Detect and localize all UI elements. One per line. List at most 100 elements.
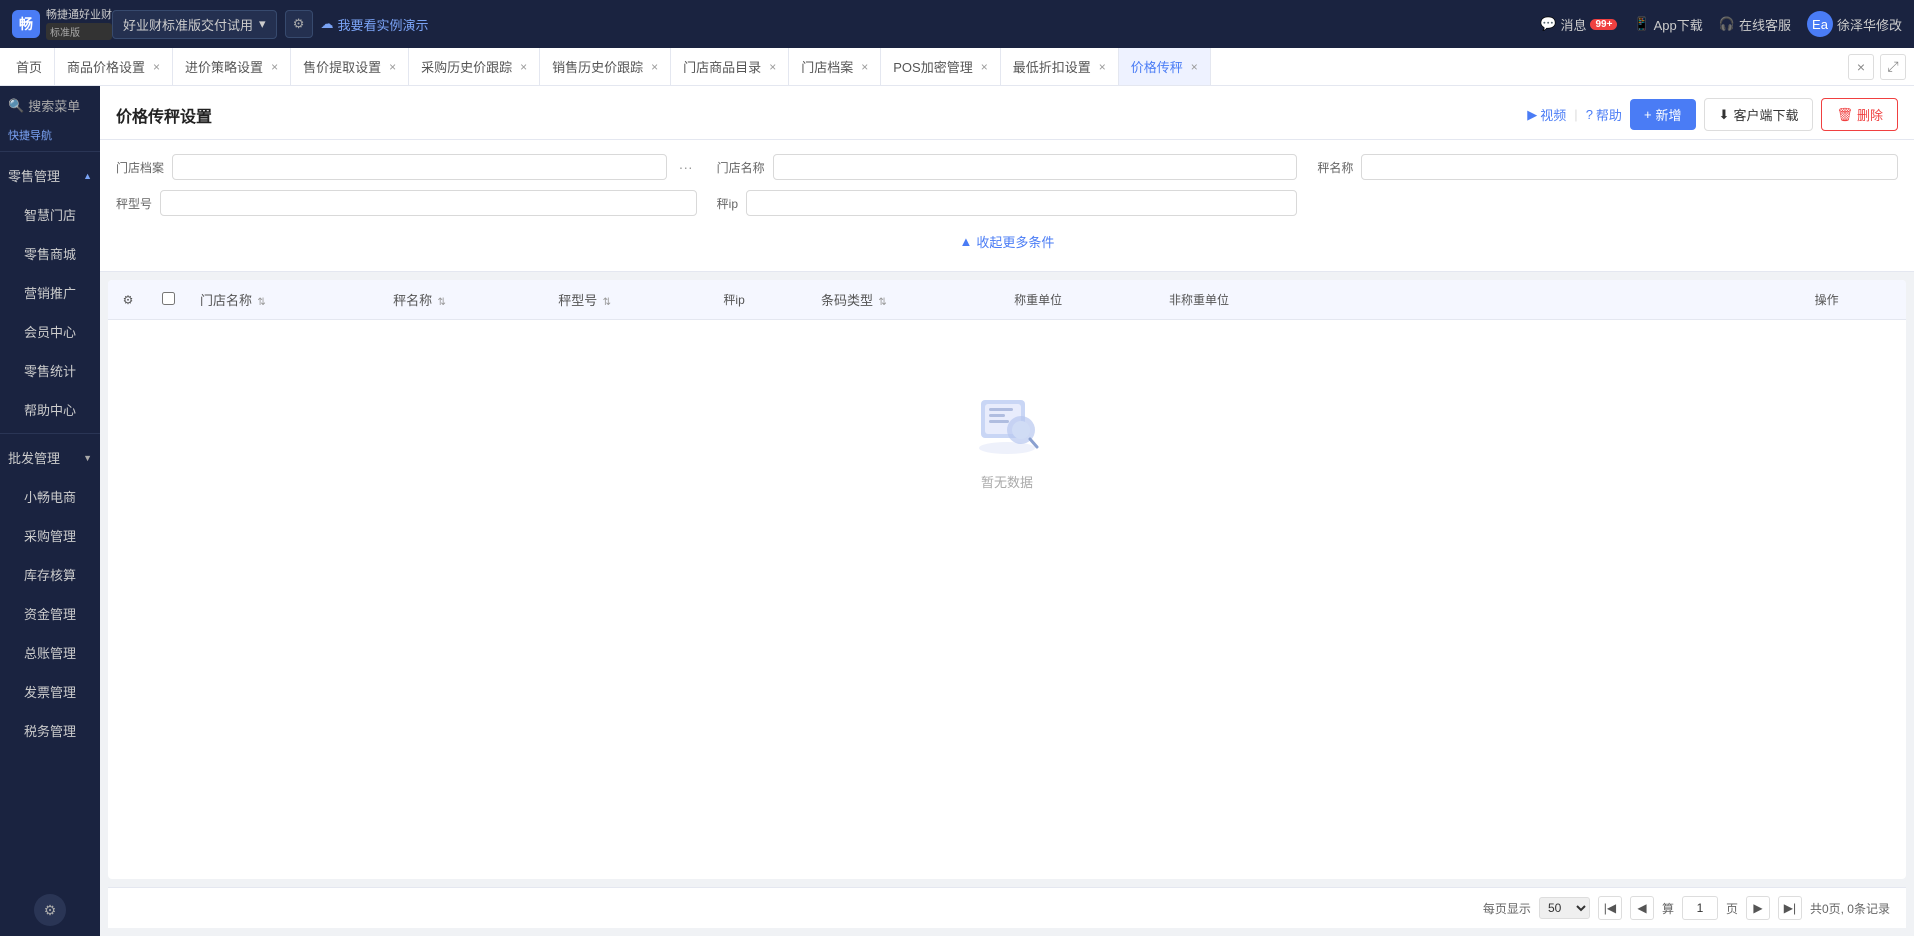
tab-store-catalog[interactable]: 门店商品目录 × [671,48,789,86]
sidebar-settings-button[interactable]: ⚙ [34,894,66,926]
select-all-checkbox[interactable] [162,292,175,305]
filter-collapse-button[interactable]: ▲ 收起更多条件 [116,226,1898,257]
add-icon: + [1644,107,1652,122]
tab-purchase-strategy-close[interactable]: × [271,60,278,74]
tab-store-catalog-close[interactable]: × [769,60,776,74]
tab-home[interactable]: 首页 [4,48,55,86]
sidebar-item-xiao-chang[interactable]: 小畅电商 [0,477,100,516]
tab-bar: 首页 商品价格设置 × 进价策略设置 × 售价提取设置 × 采购历史价跟踪 × … [0,48,1914,86]
sidebar-search-label: 搜索菜单 [28,96,80,115]
tab-pos-management[interactable]: POS加密管理 × [881,48,1000,86]
sidebar-item-wholesale-management[interactable]: 批发管理 [0,438,100,477]
search-icon: 🔍 [8,98,24,114]
empty-text: 暂无数据 [981,472,1033,491]
delete-button[interactable]: 🗑 删除 [1821,98,1898,131]
download-client-button[interactable]: ⬇ 客户端下载 [1704,98,1814,131]
messages-button[interactable]: 💬 消息 99+ [1540,15,1617,34]
tab-purchase-history-close[interactable]: × [520,60,527,74]
pagination-last-button[interactable]: ▶| [1778,896,1802,920]
per-page-select[interactable]: 50 10 20 100 [1539,897,1590,919]
video-button[interactable]: ▶ 视频 [1527,105,1566,124]
user-initials: Ea [1812,17,1828,32]
tab-maximize-button[interactable]: ⤢ [1880,54,1906,80]
filter-store-file-input[interactable] [172,154,667,180]
filter-store-name-input[interactable] [773,154,1298,180]
edition-selector[interactable]: 好业财标准版交付试用 ▾ [112,10,277,39]
top-header: 畅 畅捷通好业财 标准版 好业财标准版交付试用 ▾ ⚙ ☁ 我要看实例演示 💬 … [0,0,1914,48]
per-page-label: 每页显示 [1483,900,1531,917]
pagination-page-unit: 页 [1726,900,1738,917]
pagination-first-button[interactable]: |◀ [1598,896,1622,920]
tab-price-scale-close[interactable]: × [1191,60,1198,74]
tab-product-price[interactable]: 商品价格设置 × [55,48,173,86]
tab-store-archive[interactable]: 门店档案 × [789,48,881,86]
sidebar-item-help-center[interactable]: 帮助中心 [0,390,100,429]
sort-scale-name-icon[interactable]: ⇅ [437,297,445,308]
tab-purchase-history[interactable]: 采购历史价跟踪 × [409,48,540,86]
sidebar-item-tax[interactable]: 税务管理 [0,711,100,750]
sidebar-bottom: ⚙ [0,884,100,936]
app-download-button[interactable]: 📱 App下载 [1633,15,1702,34]
sidebar-item-general-ledger[interactable]: 总账管理 [0,633,100,672]
tab-pos-management-close[interactable]: × [981,60,988,74]
sidebar-item-wholesale-management-label: 批发管理 [8,448,60,467]
online-service-button[interactable]: 🎧 在线客服 [1719,15,1791,34]
pagination-next-button[interactable]: ▶ [1746,896,1770,920]
sidebar-item-retail-management[interactable]: 零售管理 [0,156,100,195]
sidebar-item-finance[interactable]: 资金管理 [0,594,100,633]
sidebar-item-member-center[interactable]: 会员中心 [0,312,100,351]
th-settings[interactable]: ⚙ [108,280,148,320]
tab-sale-price-close[interactable]: × [389,60,396,74]
sidebar-divider-2 [0,433,100,434]
sidebar-item-smart-store[interactable]: 智慧门店 [0,195,100,234]
filter-scale-ip-input[interactable] [746,190,1297,216]
tab-product-price-close[interactable]: × [153,60,160,74]
sidebar-item-retail-mall[interactable]: 零售商城 [0,234,100,273]
th-store-name: 门店名称 ⇅ [188,280,381,320]
tab-price-scale[interactable]: 价格传秤 × [1119,48,1211,86]
tab-sales-history-close[interactable]: × [651,60,658,74]
demo-button[interactable]: ☁ 我要看实例演示 [321,15,429,34]
edition-settings-button[interactable]: ⚙ [285,10,313,38]
pagination-page-input[interactable] [1682,896,1718,920]
edition-label: 好业财标准版交付试用 [123,15,253,34]
tab-home-label: 首页 [16,57,42,76]
th-scale-ip: 秤ip [711,280,809,320]
filter-scale-name-label: 秤名称 [1317,159,1353,176]
tab-close-all-button[interactable]: × [1848,54,1874,80]
filter-row-1: 门店档案 ··· 门店名称 秤名称 [116,154,1898,180]
main-layout: 🔍 搜索菜单 快捷导航 零售管理 智慧门店 零售商城 营销推广 会员中心 零售统… [0,86,1914,936]
empty-area: 暂无数据 [108,320,1906,551]
filter-scale-ip-label: 秤ip [717,195,738,212]
filter-scale-ip: 秤ip [717,190,1298,216]
tab-min-discount[interactable]: 最低折扣设置 × [1001,48,1119,86]
chevron-down-icon: ▾ [259,16,266,32]
tab-sales-history[interactable]: 销售历史价跟踪 × [540,48,671,86]
user-menu[interactable]: Ea 徐泽华修改 [1807,11,1902,37]
filter-store-file-dots[interactable]: ··· [675,159,697,175]
messages-badge: 99+ [1590,19,1617,30]
tab-purchase-strategy[interactable]: 进价策略设置 × [173,48,291,86]
tab-min-discount-close[interactable]: × [1099,60,1106,74]
download-icon: ⬇ [1719,107,1730,123]
add-button[interactable]: + 新增 [1630,99,1696,130]
page-header: 价格传秤设置 ▶ 视频 | ? 帮助 + 新增 ⬇ 客户端下载 [100,86,1914,140]
sidebar-item-retail-stats[interactable]: 零售统计 [0,351,100,390]
filter-scale-name-input[interactable] [1361,154,1898,180]
sidebar-item-marketing[interactable]: 营销推广 [0,273,100,312]
sort-store-name-icon[interactable]: ⇅ [257,297,265,308]
sidebar-item-invoice[interactable]: 发票管理 [0,672,100,711]
sidebar-item-purchase-mgmt[interactable]: 采购管理 [0,516,100,555]
sort-barcode-type-icon[interactable]: ⇅ [878,297,886,308]
pagination-prev-button[interactable]: ◀ [1630,896,1654,920]
tab-store-archive-close[interactable]: × [861,60,868,74]
app-logo: 畅 畅捷通好业财 标准版 [12,8,112,39]
sidebar-item-inventory[interactable]: 库存核算 [0,555,100,594]
content-area: 价格传秤设置 ▶ 视频 | ? 帮助 + 新增 ⬇ 客户端下载 [100,86,1914,936]
filter-scale-model-input[interactable] [160,190,697,216]
sidebar-search[interactable]: 🔍 搜索菜单 [0,86,100,121]
delete-label: 删除 [1857,105,1883,124]
tab-sale-price[interactable]: 售价提取设置 × [291,48,409,86]
sort-scale-model-icon[interactable]: ⇅ [603,297,611,308]
help-button[interactable]: ? 帮助 [1586,105,1622,124]
